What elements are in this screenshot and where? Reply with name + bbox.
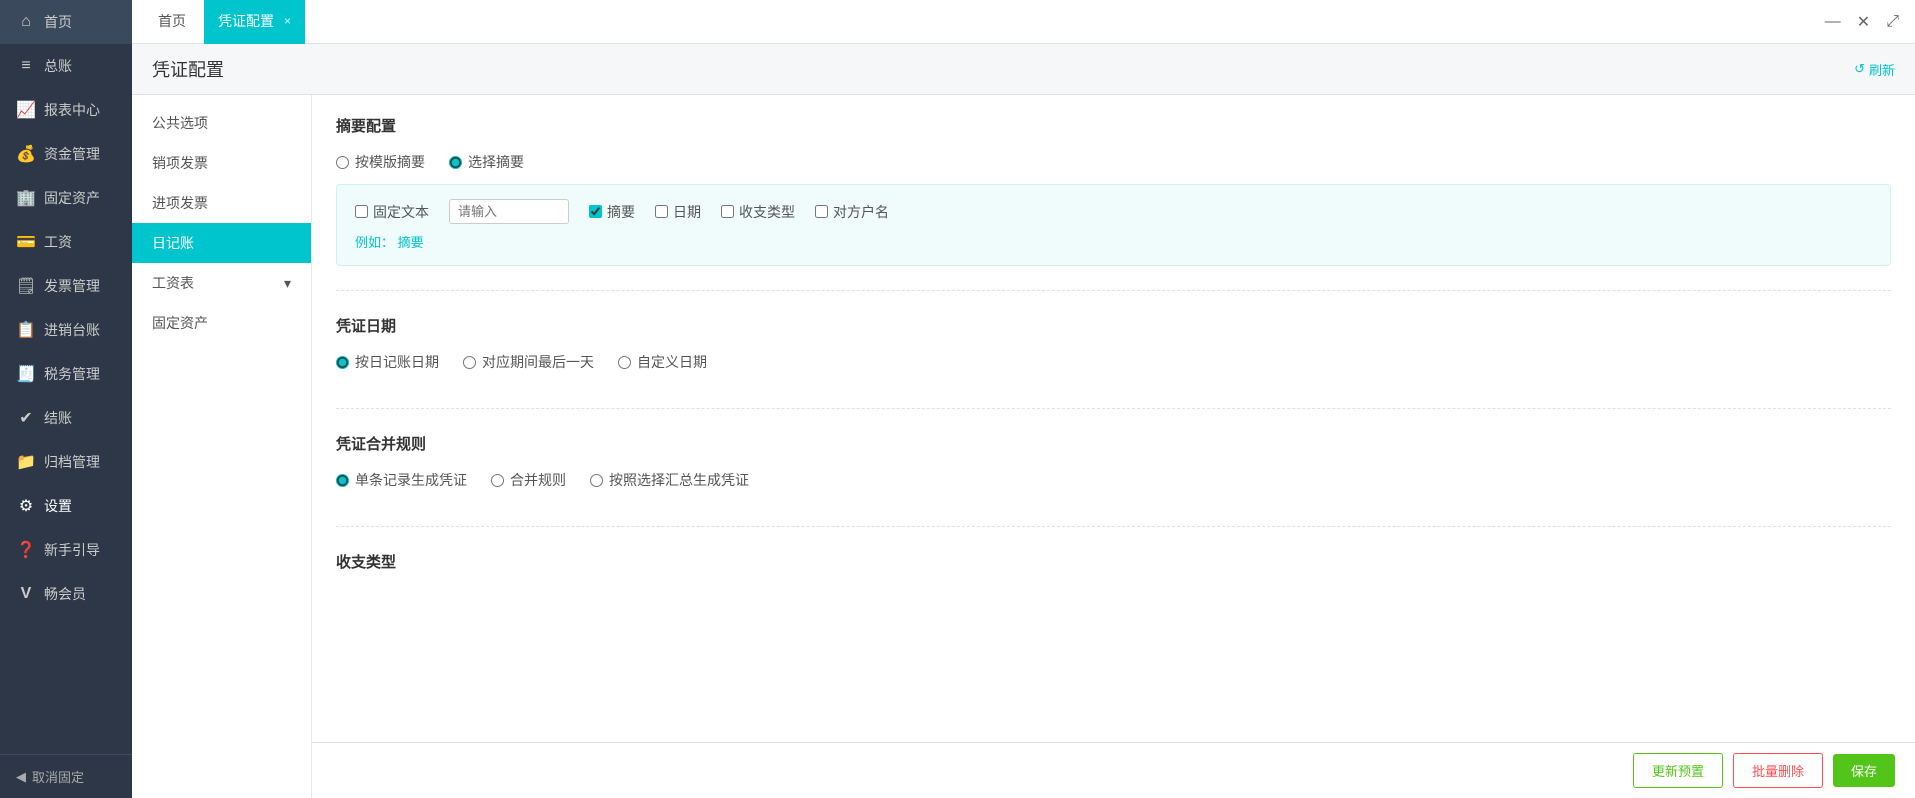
sidebar-item-tax-mgmt[interactable]: 🧾 税务管理 bbox=[0, 352, 132, 396]
checkbox-date[interactable]: 日期 bbox=[655, 202, 701, 222]
sidebar-item-settings[interactable]: ⚙ 设置 bbox=[0, 484, 132, 528]
summary-radio-select[interactable]: 选择摘要 bbox=[449, 152, 524, 172]
date-section: 凭证日期 按日记账日期 对应期间最后一天 自定义日期 bbox=[336, 315, 1891, 409]
merge-radio-single[interactable]: 单条记录生成凭证 bbox=[336, 470, 467, 490]
reports-icon: 📈 bbox=[16, 100, 36, 120]
content-area: 公共选项 销项发票 进项发票 日记账 工资表 ▾ 固定资产 bbox=[132, 95, 1915, 798]
bottom-bar: 更新预置 批量删除 保存 bbox=[312, 742, 1915, 798]
sidebar-item-archive[interactable]: 📁 归档管理 bbox=[0, 440, 132, 484]
page-header: 凭证配置 ↺ 刷新 bbox=[132, 44, 1915, 95]
summary-example: 例如： 摘要 bbox=[355, 232, 1872, 251]
checkbox-opposite-name[interactable]: 对方户名 bbox=[815, 202, 889, 222]
summary-config-box: 固定文本 摘要 日期 bbox=[336, 184, 1891, 266]
left-nav-payroll-table[interactable]: 工资表 ▾ bbox=[132, 263, 311, 303]
archive-icon: 📁 bbox=[16, 452, 36, 472]
left-nav: 公共选项 销项发票 进项发票 日记账 工资表 ▾ 固定资产 bbox=[132, 95, 312, 798]
refresh-btn[interactable]: ↺ 刷新 bbox=[1854, 60, 1895, 79]
right-panel: 摘要配置 按模版摘要 选择摘要 bbox=[312, 95, 1915, 798]
window-close-btn[interactable]: ✕ bbox=[1853, 8, 1874, 36]
window-minimize-btn[interactable]: — bbox=[1821, 8, 1845, 36]
fixed-assets-icon: 🏢 bbox=[16, 188, 36, 208]
sidebar-item-vip[interactable]: V 畅会员 bbox=[0, 572, 132, 616]
invoice-mgmt-icon: 🗒 bbox=[16, 276, 36, 296]
merge-section: 凭证合并规则 单条记录生成凭证 合并规则 按照选择汇总生成凭证 bbox=[336, 433, 1891, 527]
left-nav-purchase-invoice[interactable]: 进项发票 bbox=[132, 183, 311, 223]
collapse-arrow-icon: ◀ bbox=[16, 769, 26, 785]
window-expand-btn[interactable]: ⤢ bbox=[1882, 8, 1903, 36]
sidebar-item-payroll[interactable]: 💳 工资 bbox=[0, 220, 132, 264]
tax-mgmt-icon: 🧾 bbox=[16, 364, 36, 384]
summary-section-title: 摘要配置 bbox=[336, 115, 1891, 136]
checkbox-summary[interactable]: 摘要 bbox=[589, 202, 635, 222]
summary-section: 摘要配置 按模版摘要 选择摘要 bbox=[336, 115, 1891, 291]
funds-icon: 💰 bbox=[16, 144, 36, 164]
fixed-text-input[interactable] bbox=[449, 199, 569, 224]
date-section-title: 凭证日期 bbox=[336, 315, 1891, 336]
date-radio-custom[interactable]: 自定义日期 bbox=[618, 352, 707, 372]
sidebar-bottom: ◀ 取消固定 bbox=[0, 754, 132, 798]
payroll-icon: 💳 bbox=[16, 232, 36, 252]
summary-radio-group: 按模版摘要 选择摘要 bbox=[336, 152, 1891, 172]
sidebar: ⌂ 首页 ≡ 总账 📈 报表中心 💰 资金管理 🏢 固定资产 💳 工资 🗒 发票… bbox=[0, 0, 132, 798]
sidebar-item-fixed-assets[interactable]: 🏢 固定资产 bbox=[0, 176, 132, 220]
save-btn[interactable]: 保存 bbox=[1833, 754, 1895, 787]
batch-delete-btn[interactable]: 批量删除 bbox=[1733, 753, 1823, 788]
left-nav-public[interactable]: 公共选项 bbox=[132, 103, 311, 143]
settings-icon: ⚙ bbox=[16, 496, 36, 516]
sidebar-item-settlement[interactable]: ✔ 结账 bbox=[0, 396, 132, 440]
checkbox-income-type[interactable]: 收支类型 bbox=[721, 202, 795, 222]
sidebar-scroll: ⌂ 首页 ≡ 总账 📈 报表中心 💰 资金管理 🏢 固定资产 💳 工资 🗒 发票… bbox=[0, 0, 132, 754]
left-nav-sales-invoice[interactable]: 销项发票 bbox=[132, 143, 311, 183]
date-radio-journal[interactable]: 按日记账日期 bbox=[336, 352, 439, 372]
sidebar-item-guide[interactable]: ❓ 新手引导 bbox=[0, 528, 132, 572]
tab-home[interactable]: 首页 bbox=[144, 0, 200, 44]
left-nav-fixed-assets[interactable]: 固定资产 bbox=[132, 303, 311, 343]
merge-section-title: 凭证合并规则 bbox=[336, 433, 1891, 454]
date-radio-group: 按日记账日期 对应期间最后一天 自定义日期 bbox=[336, 352, 1891, 372]
sidebar-item-home[interactable]: ⌂ 首页 bbox=[0, 0, 132, 44]
right-content: 摘要配置 按模版摘要 选择摘要 bbox=[312, 95, 1915, 742]
main-area: 首页 凭证配置 × — ✕ ⤢ 凭证配置 ↺ 刷新 公共选项 销项发票 bbox=[132, 0, 1915, 798]
page-title: 凭证配置 bbox=[152, 56, 224, 82]
tab-bar-actions: — ✕ ⤢ bbox=[1821, 8, 1903, 36]
settlement-icon: ✔ bbox=[16, 408, 36, 428]
sidebar-item-reports[interactable]: 📈 报表中心 bbox=[0, 88, 132, 132]
tab-close-icon[interactable]: × bbox=[284, 14, 291, 28]
chevron-down-icon: ▾ bbox=[284, 275, 291, 292]
refresh-icon: ↺ bbox=[1854, 61, 1865, 77]
home-icon: ⌂ bbox=[16, 13, 36, 31]
merge-radio-group: 单条记录生成凭证 合并规则 按照选择汇总生成凭证 bbox=[336, 470, 1891, 490]
purchase-sales-icon: 📋 bbox=[16, 320, 36, 340]
date-radio-period-last[interactable]: 对应期间最后一天 bbox=[463, 352, 594, 372]
sidebar-item-funds[interactable]: 💰 资金管理 bbox=[0, 132, 132, 176]
income-section: 收支类型 bbox=[336, 551, 1891, 612]
merge-radio-merge[interactable]: 合并规则 bbox=[491, 470, 566, 490]
checkbox-fixed-text[interactable]: 固定文本 bbox=[355, 202, 429, 222]
summary-radio-template[interactable]: 按模版摘要 bbox=[336, 152, 425, 172]
ledger-icon: ≡ bbox=[16, 57, 36, 75]
sidebar-collapse-btn[interactable]: ◀ 取消固定 bbox=[0, 755, 132, 798]
tab-voucher-config[interactable]: 凭证配置 × bbox=[204, 0, 305, 44]
vip-icon: V bbox=[16, 585, 36, 603]
income-section-title: 收支类型 bbox=[336, 551, 1891, 572]
merge-radio-aggregate[interactable]: 按照选择汇总生成凭证 bbox=[590, 470, 749, 490]
sidebar-item-invoice-mgmt[interactable]: 🗒 发票管理 bbox=[0, 264, 132, 308]
update-preview-btn[interactable]: 更新预置 bbox=[1633, 753, 1723, 788]
summary-checkbox-row: 固定文本 摘要 日期 bbox=[355, 199, 1872, 224]
guide-icon: ❓ bbox=[16, 540, 36, 560]
sidebar-item-purchase-sales[interactable]: 📋 进销台账 bbox=[0, 308, 132, 352]
left-nav-journal[interactable]: 日记账 bbox=[132, 223, 311, 263]
tab-bar: 首页 凭证配置 × — ✕ ⤢ bbox=[132, 0, 1915, 44]
sidebar-item-ledger[interactable]: ≡ 总账 bbox=[0, 44, 132, 88]
